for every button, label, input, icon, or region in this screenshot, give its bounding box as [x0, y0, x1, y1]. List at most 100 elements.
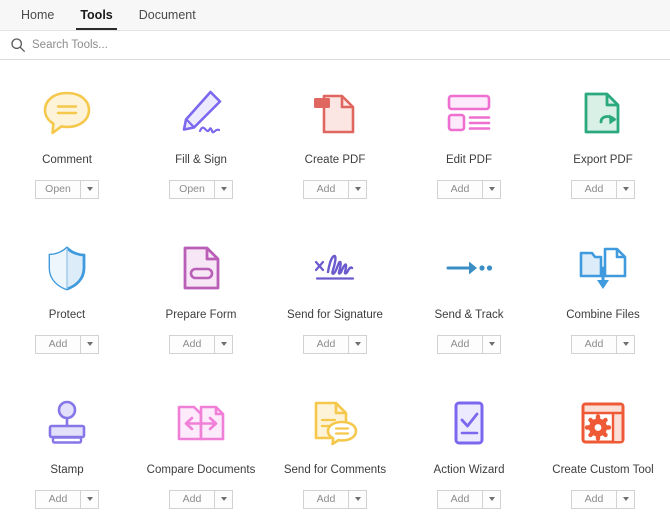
tool-label: Fill & Sign: [175, 154, 227, 166]
menu-item-label: Tools: [80, 8, 113, 22]
tool-tile-stamp[interactable]: Stamp Add: [0, 388, 134, 516]
search-input[interactable]: [32, 39, 332, 51]
tool-action-button[interactable]: Add: [35, 334, 80, 354]
tool-dropdown-button[interactable]: [616, 489, 635, 509]
action-wizard-icon: [439, 394, 499, 452]
chevron-down-icon: [622, 187, 629, 192]
search-icon: [10, 37, 26, 53]
tool-action-group: Add: [169, 489, 233, 509]
tool-tile-export-pdf[interactable]: Export PDF Add: [536, 78, 670, 233]
chevron-down-icon: [86, 497, 93, 502]
chevron-down-icon: [488, 497, 495, 502]
chevron-down-icon: [622, 342, 629, 347]
tool-action-group: Add: [437, 179, 501, 199]
tool-dropdown-button[interactable]: [348, 334, 367, 354]
menu-item-label: Document: [138, 8, 196, 22]
tool-tile-protect[interactable]: Protect Add: [0, 233, 134, 388]
tool-action-button[interactable]: Add: [169, 489, 214, 509]
tool-dropdown-button[interactable]: [348, 489, 367, 509]
comment-bubble-icon: [37, 84, 97, 142]
tool-tile-compare-documents[interactable]: Compare Documents Add: [134, 388, 268, 516]
tool-tile-comment[interactable]: Comment Open: [0, 78, 134, 233]
tool-label: Send & Track: [434, 309, 504, 321]
tool-dropdown-button[interactable]: [80, 489, 99, 509]
tool-action-group: Add: [437, 334, 501, 354]
tool-action-group: Add: [169, 334, 233, 354]
tool-action-group: Add: [303, 179, 367, 199]
tool-label: Protect: [48, 309, 86, 321]
tool-dropdown-button[interactable]: [482, 489, 501, 509]
tool-label: Action Wizard: [433, 464, 505, 476]
chevron-down-icon: [220, 497, 227, 502]
chevron-down-icon: [354, 187, 361, 192]
tools-grid: Comment Open Fill & Sign Open Create PDF…: [0, 60, 670, 516]
tool-dropdown-button[interactable]: [616, 179, 635, 199]
shield-icon: [37, 239, 97, 297]
tool-label: Create PDF: [304, 154, 366, 166]
tool-dropdown-button[interactable]: [482, 334, 501, 354]
tool-tile-fill-and-sign[interactable]: Fill & Sign Open: [134, 78, 268, 233]
tool-action-button[interactable]: Add: [437, 179, 482, 199]
tool-dropdown-button[interactable]: [214, 489, 233, 509]
tool-label: Prepare Form: [165, 309, 237, 321]
tool-dropdown-button[interactable]: [80, 334, 99, 354]
tool-tile-create-custom-tool[interactable]: Create Custom Tool Add: [536, 388, 670, 516]
tool-action-group: Add: [303, 489, 367, 509]
tool-tile-send-and-track[interactable]: Send & Track Add: [402, 233, 536, 388]
menu-item-home[interactable]: Home: [8, 0, 67, 30]
chevron-down-icon: [220, 187, 227, 192]
tool-tile-action-wizard[interactable]: Action Wizard Add: [402, 388, 536, 516]
tool-tile-send-for-signature[interactable]: Send for Signature Add: [268, 233, 402, 388]
tool-label: Send for Signature: [287, 309, 383, 321]
menu-item-tools[interactable]: Tools: [67, 0, 125, 30]
tool-dropdown-button[interactable]: [482, 179, 501, 199]
tool-tile-send-for-comments[interactable]: Send for Comments Add: [268, 388, 402, 516]
chevron-down-icon: [220, 342, 227, 347]
tool-tile-combine-files[interactable]: Combine Files Add: [536, 233, 670, 388]
prepare-form-icon: [171, 239, 231, 297]
tool-action-button[interactable]: Add: [571, 179, 616, 199]
chevron-down-icon: [354, 497, 361, 502]
signature-icon: [305, 239, 365, 297]
tool-action-button[interactable]: Add: [437, 489, 482, 509]
tool-action-group: Open: [35, 179, 99, 199]
menu-item-document[interactable]: Document: [126, 0, 209, 30]
chevron-down-icon: [622, 497, 629, 502]
edit-pdf-icon: [439, 84, 499, 142]
tool-action-button[interactable]: Open: [169, 179, 214, 199]
tool-action-group: Add: [35, 334, 99, 354]
export-pdf-icon: [573, 84, 633, 142]
tool-action-button[interactable]: Add: [35, 489, 80, 509]
top-menu-bar: Home Tools Document: [0, 0, 670, 31]
tool-action-button[interactable]: Add: [437, 334, 482, 354]
menu-item-label: Home: [21, 8, 55, 22]
tool-tile-prepare-form[interactable]: Prepare Form Add: [134, 233, 268, 388]
tool-action-button[interactable]: Add: [303, 179, 348, 199]
tool-action-button[interactable]: Open: [35, 179, 80, 199]
send-comments-icon: [305, 394, 365, 452]
tool-tile-create-pdf[interactable]: Create PDF Add: [268, 78, 402, 233]
tool-action-button[interactable]: Add: [571, 489, 616, 509]
tool-action-button[interactable]: Add: [571, 334, 616, 354]
tool-dropdown-button[interactable]: [348, 179, 367, 199]
pencil-signature-icon: [171, 84, 231, 142]
chevron-down-icon: [488, 187, 495, 192]
tool-action-button[interactable]: Add: [169, 334, 214, 354]
chevron-down-icon: [488, 342, 495, 347]
chevron-down-icon: [86, 187, 93, 192]
tool-action-button[interactable]: Add: [303, 334, 348, 354]
tool-dropdown-button[interactable]: [214, 179, 233, 199]
search-bar: [0, 31, 670, 60]
tool-tile-edit-pdf[interactable]: Edit PDF Add: [402, 78, 536, 233]
chevron-down-icon: [354, 342, 361, 347]
tool-label: Comment: [42, 154, 92, 166]
tool-action-group: Add: [571, 334, 635, 354]
tool-dropdown-button[interactable]: [80, 179, 99, 199]
tool-label: Export PDF: [573, 154, 633, 166]
tool-dropdown-button[interactable]: [214, 334, 233, 354]
tool-dropdown-button[interactable]: [616, 334, 635, 354]
tool-action-button[interactable]: Add: [303, 489, 348, 509]
tool-label: Stamp: [50, 464, 84, 476]
tool-action-group: Add: [35, 489, 99, 509]
tool-action-group: Add: [303, 334, 367, 354]
